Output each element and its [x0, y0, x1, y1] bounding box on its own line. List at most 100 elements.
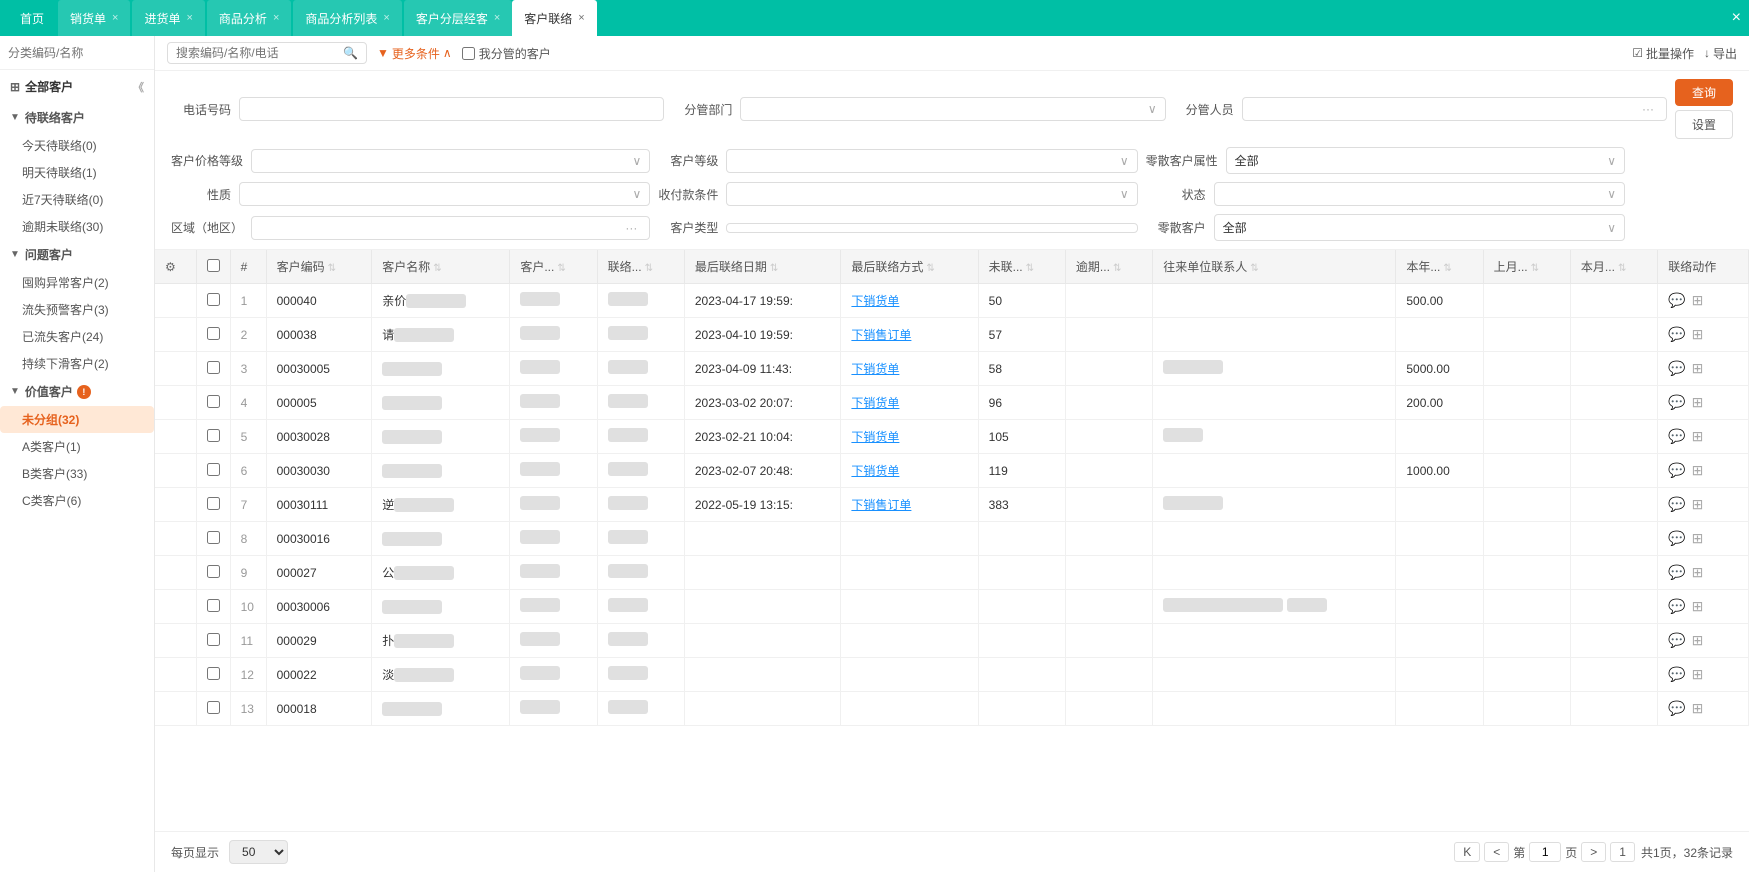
sidebar-item-tomorrow-contact[interactable]: 明天待联络(1) — [0, 159, 154, 186]
row-checkbox-cell[interactable] — [196, 624, 230, 658]
collapse-icon[interactable]: 《 — [133, 79, 144, 95]
row-checkbox-cell[interactable] — [196, 590, 230, 624]
close-sales-tab[interactable]: × — [112, 12, 118, 24]
grid-action-icon[interactable]: ⊞ — [1692, 462, 1704, 479]
chat-icon[interactable]: 💬 — [1668, 326, 1685, 343]
page-number-input[interactable] — [1529, 842, 1561, 862]
sidebar-item-class-b[interactable]: B类客户(33) — [0, 460, 154, 487]
col-partner-contact[interactable]: 往来单位联系人⇅ — [1153, 250, 1396, 284]
row-checkbox-cell[interactable] — [196, 352, 230, 386]
sidebar-item-week-contact[interactable]: 近7天待联络(0) — [0, 186, 154, 213]
row-checkbox[interactable] — [207, 361, 220, 374]
grid-action-icon[interactable]: ⊞ — [1692, 428, 1704, 445]
payment-select[interactable]: ∨ — [726, 182, 1137, 206]
row-checkbox-cell[interactable] — [196, 454, 230, 488]
tab-customer-tier[interactable]: 客户分层经客 × — [404, 0, 512, 36]
chat-icon[interactable]: 💬 — [1668, 700, 1685, 717]
phone-input[interactable] — [239, 97, 664, 121]
next-page-button[interactable]: > — [1581, 842, 1606, 862]
grid-action-icon[interactable]: ⊞ — [1692, 700, 1704, 717]
all-customers-header[interactable]: ⊞ 全部客户 《 — [0, 70, 154, 103]
chat-icon[interactable]: 💬 — [1668, 428, 1685, 445]
customer-type-select[interactable] — [726, 223, 1137, 233]
chat-icon[interactable]: 💬 — [1668, 598, 1685, 615]
row-checkbox[interactable] — [207, 531, 220, 544]
row-checkbox[interactable] — [207, 429, 220, 442]
sidebar-group-pending-contact[interactable]: ▼ 待联络客户 — [0, 103, 154, 132]
first-page-button[interactable]: K — [1454, 842, 1480, 862]
chat-icon[interactable]: 💬 — [1668, 564, 1685, 581]
select-all-header[interactable] — [196, 250, 230, 284]
chat-icon[interactable]: 💬 — [1668, 632, 1685, 649]
grid-action-icon[interactable]: ⊞ — [1692, 632, 1704, 649]
chat-icon[interactable]: 💬 — [1668, 394, 1685, 411]
col-contact[interactable]: 联络...⇅ — [597, 250, 684, 284]
chat-icon[interactable]: 💬 — [1668, 360, 1685, 377]
row-checkbox-cell[interactable] — [196, 284, 230, 318]
grid-action-icon[interactable]: ⊞ — [1692, 530, 1704, 547]
row-checkbox[interactable] — [207, 701, 220, 714]
sidebar-item-ungrouped[interactable]: 未分组(32) — [0, 406, 154, 433]
col-name[interactable]: 客户名称⇅ — [372, 250, 510, 284]
grid-action-icon[interactable]: ⊞ — [1692, 326, 1704, 343]
ellipsis-icon[interactable]: ··· — [621, 221, 641, 235]
status-select[interactable]: ∨ — [1214, 182, 1625, 206]
prev-page-button[interactable]: < — [1484, 842, 1509, 862]
col-last-method[interactable]: 最后联络方式⇅ — [841, 250, 978, 284]
search-box[interactable]: 🔍 — [167, 42, 367, 64]
chat-icon[interactable]: 💬 — [1668, 666, 1685, 683]
grid-action-icon[interactable]: ⊞ — [1692, 394, 1704, 411]
sidebar-item-declining[interactable]: 持续下滑客户(2) — [0, 350, 154, 377]
row-checkbox[interactable] — [207, 565, 220, 578]
settings-column-header[interactable]: ⚙ — [155, 250, 196, 284]
col-type[interactable]: 客户...⇅ — [510, 250, 597, 284]
sidebar-item-overdue-contact[interactable]: 逾期未联络(30) — [0, 213, 154, 240]
close-customer-contact-tab[interactable]: × — [578, 12, 584, 24]
tab-home[interactable]: 首页 — [8, 0, 56, 36]
col-uncontacted[interactable]: 未联...⇅ — [978, 250, 1065, 284]
grid-action-icon[interactable]: ⊞ — [1692, 292, 1704, 309]
row-checkbox-cell[interactable] — [196, 318, 230, 352]
price-tier-select[interactable]: ∨ — [251, 149, 650, 173]
chat-icon[interactable]: 💬 — [1668, 496, 1685, 513]
batch-operation-button[interactable]: ☑ 批量操作 — [1632, 45, 1694, 62]
search-button[interactable]: 查询 — [1675, 79, 1733, 106]
sidebar-group-problem-customers[interactable]: ▼ 问题客户 — [0, 240, 154, 269]
last-page-button[interactable]: 1 — [1610, 842, 1635, 862]
grid-action-icon[interactable]: ⊞ — [1692, 666, 1704, 683]
row-checkbox-cell[interactable] — [196, 658, 230, 692]
row-checkbox[interactable] — [207, 327, 220, 340]
row-checkbox-cell[interactable] — [196, 488, 230, 522]
close-product-analysis-list-tab[interactable]: × — [383, 12, 389, 24]
select-all-checkbox[interactable] — [207, 259, 220, 272]
row-checkbox[interactable] — [207, 395, 220, 408]
manager-select[interactable]: ··· — [1242, 97, 1667, 121]
col-overdue[interactable]: 逾期...⇅ — [1065, 250, 1152, 284]
my-customers-checkbox[interactable]: 我分管的客户 — [462, 45, 551, 62]
sidebar-item-abnormal[interactable]: 囤购异常客户(2) — [0, 269, 154, 296]
row-checkbox-cell[interactable] — [196, 556, 230, 590]
close-product-analysis-tab[interactable]: × — [273, 12, 279, 24]
more-conditions-button[interactable]: ▼ 更多条件 ∧ — [377, 45, 452, 62]
grid-action-icon[interactable]: ⊞ — [1692, 564, 1704, 581]
ellipsis-icon[interactable]: ··· — [1638, 102, 1658, 116]
chat-icon[interactable]: 💬 — [1668, 530, 1685, 547]
row-checkbox[interactable] — [207, 633, 220, 646]
row-checkbox[interactable] — [207, 497, 220, 510]
my-customers-check[interactable] — [462, 47, 475, 60]
category-search-input[interactable] — [8, 46, 155, 60]
row-checkbox[interactable] — [207, 293, 220, 306]
sidebar-item-class-a[interactable]: A类客户(1) — [0, 433, 154, 460]
region-select[interactable]: ··· — [251, 216, 650, 240]
dept-select[interactable]: ∨ — [740, 97, 1165, 121]
sidebar-item-class-c[interactable]: C类客户(6) — [0, 487, 154, 514]
sidebar-item-churn-warning[interactable]: 流失预警客户(3) — [0, 296, 154, 323]
row-checkbox[interactable] — [207, 463, 220, 476]
col-code[interactable]: 客户编码⇅ — [266, 250, 372, 284]
col-last-month[interactable]: 上月...⇅ — [1483, 250, 1570, 284]
page-size-select[interactable]: 50 100 — [229, 840, 288, 864]
row-checkbox-cell[interactable] — [196, 386, 230, 420]
col-this-year[interactable]: 本年...⇅ — [1396, 250, 1483, 284]
col-last-date[interactable]: 最后联络日期⇅ — [684, 250, 841, 284]
sidebar-item-today-contact[interactable]: 今天待联络(0) — [0, 132, 154, 159]
